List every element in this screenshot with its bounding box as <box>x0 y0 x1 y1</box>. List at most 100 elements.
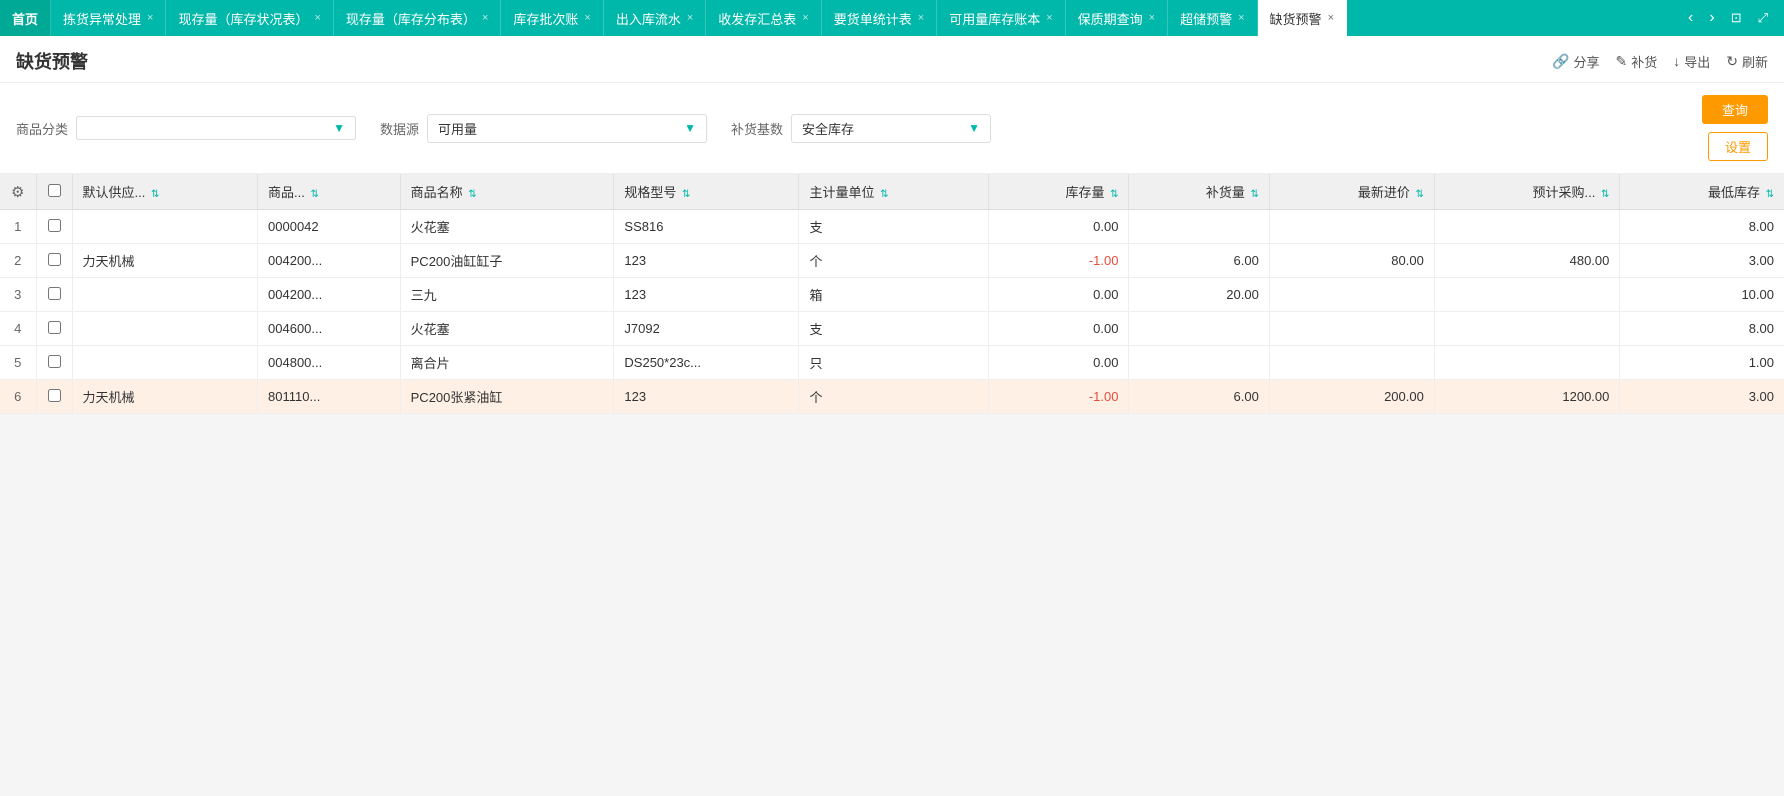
cell-product-code: 004600... <box>258 312 401 346</box>
th-product-code-label: 商品... <box>268 185 305 200</box>
cell-supplier <box>72 312 258 346</box>
th-min-stock-label: 最低库存 <box>1708 185 1760 200</box>
th-spec[interactable]: 规格型号 ⇅ <box>614 174 799 210</box>
xiancunliang1-tab-label: 现存量（库存状况表） <box>178 9 308 28</box>
share-button[interactable]: 🔗 分享 <box>1552 52 1599 71</box>
row-check[interactable] <box>36 278 72 312</box>
datasource-chevron-icon: ▼ <box>684 121 696 135</box>
home-tab-label: 首页 <box>12 9 38 28</box>
table-row: 1 0000042 火花塞 SS816 支 0.00 8.00 <box>0 210 1784 244</box>
row-checkbox[interactable] <box>48 253 61 266</box>
datasource-value: 可用量 <box>438 119 477 138</box>
close-yaohuo-icon[interactable]: × <box>918 12 924 24</box>
nav-tab-churuku[interactable]: 出入库流水 × <box>604 0 706 36</box>
th-supplier[interactable]: 默认供应... ⇅ <box>72 174 258 210</box>
th-restock-qty[interactable]: 补货量 ⇅ <box>1129 174 1269 210</box>
query-button[interactable]: 查询 <box>1702 95 1768 124</box>
quehuo-tab-label: 缺货预警 <box>1270 9 1322 28</box>
cell-est-purchase <box>1434 210 1620 244</box>
row-check[interactable] <box>36 380 72 414</box>
row-checkbox[interactable] <box>48 287 61 300</box>
th-supplier-label: 默认供应... <box>83 185 146 200</box>
category-select[interactable]: ▼ <box>76 116 356 140</box>
nav-tab-chaochuyujing[interactable]: 超储预警 × <box>1168 0 1257 36</box>
row-checkbox[interactable] <box>48 355 61 368</box>
restock-base-chevron-icon: ▼ <box>968 121 980 135</box>
category-chevron-icon: ▼ <box>333 121 345 135</box>
cell-est-purchase <box>1434 346 1620 380</box>
export-button[interactable]: ↓ 导出 <box>1673 52 1710 71</box>
row-checkbox[interactable] <box>48 219 61 232</box>
th-product-name[interactable]: 商品名称 ⇅ <box>400 174 614 210</box>
nav-tab-yaohuo[interactable]: 要货单统计表 × <box>822 0 937 36</box>
share-label: 分享 <box>1573 52 1599 71</box>
row-check[interactable] <box>36 210 72 244</box>
th-est-purchase[interactable]: 预计采购... ⇅ <box>1434 174 1620 210</box>
datasource-select[interactable]: 可用量 ▼ <box>427 114 707 143</box>
nav-tab-baozhi[interactable]: 保质期查询 × <box>1066 0 1168 36</box>
cell-restock-qty <box>1129 346 1269 380</box>
refresh-button[interactable]: ↻ 刷新 <box>1726 52 1768 71</box>
restock-base-filter-group: 补货基数 安全库存 ▼ <box>731 114 991 143</box>
select-all-checkbox[interactable] <box>48 184 61 197</box>
close-kucunpici-icon[interactable]: × <box>584 12 590 24</box>
nav-next-icon[interactable]: › <box>1701 9 1722 27</box>
restock-button[interactable]: ✎ 补货 <box>1615 52 1657 71</box>
nav-tab-quehuo[interactable]: 缺货预警 × <box>1258 0 1347 36</box>
xiancunliang2-tab-label: 现存量（库存分布表） <box>346 9 476 28</box>
close-jianhuo-icon[interactable]: × <box>147 12 153 24</box>
nav-fullscreen-icon[interactable]: ⤢ <box>1750 10 1776 26</box>
nav-tab-xiancunliang1[interactable]: 现存量（库存状况表） × <box>166 0 333 36</box>
cell-supplier <box>72 346 258 380</box>
nav-windows-icon[interactable]: ⊡ <box>1723 10 1750 26</box>
th-latest-price[interactable]: 最新进价 ⇅ <box>1269 174 1434 210</box>
row-checkbox[interactable] <box>48 389 61 402</box>
row-check[interactable] <box>36 312 72 346</box>
restock-base-select[interactable]: 安全库存 ▼ <box>791 114 991 143</box>
nav-tab-home[interactable]: 首页 <box>0 0 51 36</box>
nav-tab-keyongliang[interactable]: 可用量库存账本 × <box>937 0 1065 36</box>
row-index: 3 <box>0 278 36 312</box>
product-code-sort-icon: ⇅ <box>311 189 319 200</box>
th-stock[interactable]: 库存量 ⇅ <box>989 174 1129 210</box>
close-shoufacun-icon[interactable]: × <box>802 12 808 24</box>
nav-prev-icon[interactable]: ‹ <box>1680 9 1701 27</box>
row-checkbox[interactable] <box>48 321 61 334</box>
datasource-label: 数据源 <box>380 119 419 138</box>
cell-product-name: 火花塞 <box>400 312 614 346</box>
close-quehuo-icon[interactable]: × <box>1328 12 1334 24</box>
cell-stock: 0.00 <box>989 210 1129 244</box>
kucunpici-tab-label: 库存批次账 <box>513 9 578 28</box>
close-churuku-icon[interactable]: × <box>687 12 693 24</box>
cell-supplier <box>72 210 258 244</box>
settings-button[interactable]: 设置 <box>1708 132 1768 161</box>
row-check[interactable] <box>36 244 72 278</box>
cell-product-code: 004800... <box>258 346 401 380</box>
nav-tab-xiancunliang2[interactable]: 现存量（库存分布表） × <box>334 0 501 36</box>
cell-stock: 0.00 <box>989 278 1129 312</box>
row-index: 6 <box>0 380 36 414</box>
row-check[interactable] <box>36 346 72 380</box>
row-index: 1 <box>0 210 36 244</box>
cell-stock: 0.00 <box>989 346 1129 380</box>
nav-tab-shoufacun[interactable]: 收发存汇总表 × <box>706 0 821 36</box>
gear-icon[interactable]: ⚙ <box>11 184 24 201</box>
yaohuo-tab-label: 要货单统计表 <box>834 9 912 28</box>
nav-tab-kucunpici[interactable]: 库存批次账 × <box>501 0 603 36</box>
close-xiancunliang1-icon[interactable]: × <box>314 12 320 24</box>
th-check[interactable] <box>36 174 72 210</box>
th-min-stock[interactable]: 最低库存 ⇅ <box>1620 174 1784 210</box>
nav-tab-jianhuo[interactable]: 拣货异常处理 × <box>51 0 166 36</box>
page-header: 缺货预警 🔗 分享 ✎ 补货 ↓ 导出 ↻ 刷新 <box>0 36 1784 83</box>
close-chaochuyujing-icon[interactable]: × <box>1238 12 1244 24</box>
cell-supplier: 力天机械 <box>72 380 258 414</box>
close-baozhi-icon[interactable]: × <box>1149 12 1155 24</box>
th-unit[interactable]: 主计量单位 ⇅ <box>799 174 989 210</box>
restock-icon: ✎ <box>1615 53 1627 70</box>
close-xiancunliang2-icon[interactable]: × <box>482 12 488 24</box>
th-product-code[interactable]: 商品... ⇅ <box>258 174 401 210</box>
restock-base-label: 补货基数 <box>731 119 783 138</box>
th-est-purchase-label: 预计采购... <box>1533 185 1596 200</box>
close-keyongliang-icon[interactable]: × <box>1046 12 1052 24</box>
th-gear[interactable]: ⚙ <box>0 174 36 210</box>
